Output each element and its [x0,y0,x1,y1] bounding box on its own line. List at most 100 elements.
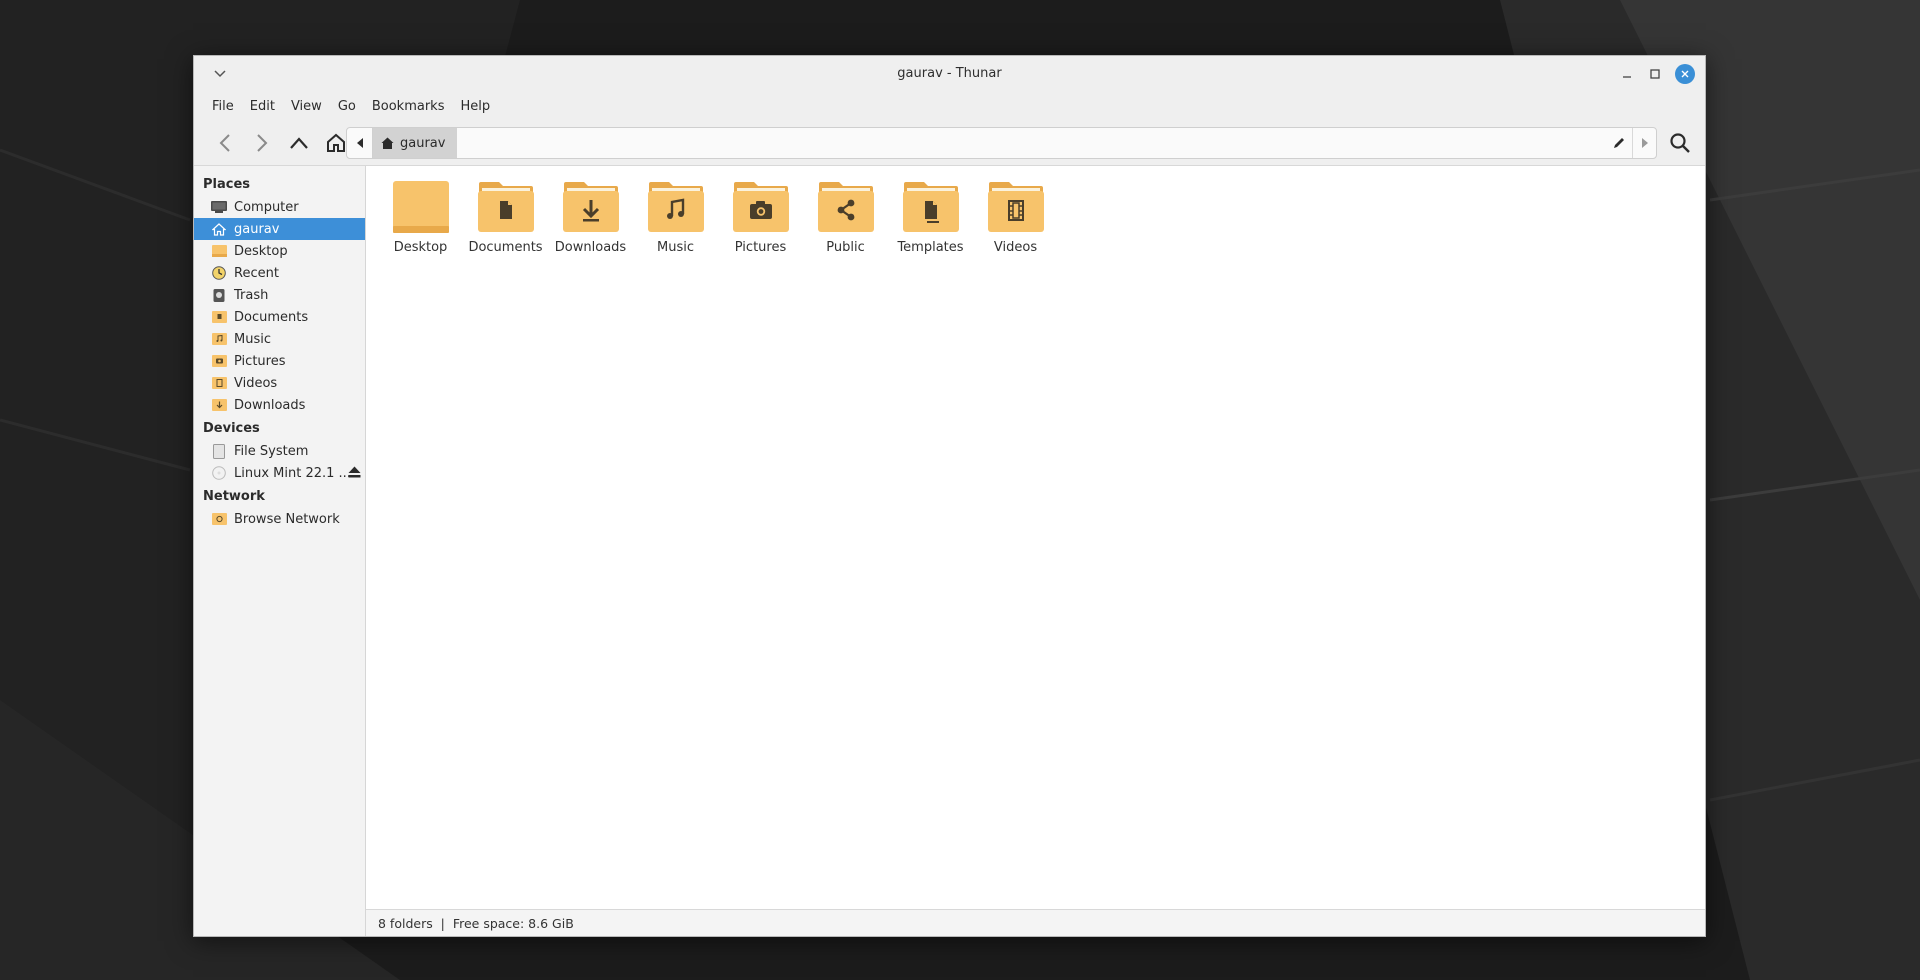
trash-icon [211,288,227,302]
sidebar-item-desktop[interactable]: Desktop [194,240,365,262]
folder-label: Documents [468,240,543,255]
pictures-folder-icon [211,354,227,368]
videos-folder-icon [211,376,227,390]
documents-folder-icon [476,178,536,236]
content-area: Places Computer gaurav Desktop Recent Tr… [194,166,1705,936]
sidebar-item-label: Documents [234,309,309,325]
folder-label: Templates [897,240,964,255]
network-folder-icon [211,512,227,526]
videos-folder-icon [986,178,1046,236]
folder-label: Videos [993,240,1038,255]
maximize-icon[interactable] [1645,64,1665,84]
sidebar-heading-network: Network [203,489,265,504]
sidebar-item-label: Desktop [234,243,288,259]
sidebar-item-label: Downloads [234,397,306,413]
breadcrumb-home[interactable]: gaurav [373,128,458,158]
menu-view[interactable]: View [283,99,330,114]
menu-file[interactable]: File [204,99,242,114]
title-bar[interactable]: gaurav - Thunar [194,56,1705,92]
downloads-folder-icon [211,398,227,412]
public-folder-icon [816,178,876,236]
back-arrow-icon [219,133,230,152]
toolbar: gaurav [194,120,1705,166]
forward-arrow-icon [257,133,268,152]
folder-item-pictures[interactable]: Pictures [718,178,803,255]
sidebar-item-label: File System [234,443,309,459]
desktop-folder-icon [211,244,227,258]
search-button[interactable] [1667,130,1693,156]
folder-label: Public [826,240,865,255]
close-icon[interactable] [1675,64,1695,84]
folder-label: Desktop [393,240,448,255]
sidebar-item-label: Computer [234,199,299,215]
sidebar-item-documents[interactable]: Documents [194,306,365,328]
sidebar-item-browse-network[interactable]: Browse Network [194,508,365,530]
status-bar: 8 folders | Free space: 8.6 GiB [366,909,1705,936]
menu-go[interactable]: Go [330,99,364,114]
sidebar-item-label: Pictures [234,353,286,369]
desktop-folder-icon [391,178,451,236]
music-folder-icon [646,178,706,236]
drive-icon [211,443,227,459]
sidebar-item-linux-mint-disc[interactable]: Linux Mint 22.1 ... [194,462,365,484]
forward-button[interactable] [245,126,279,160]
sidebar-item-computer[interactable]: Computer [194,196,365,218]
folder-item-downloads[interactable]: Downloads [548,178,633,255]
folder-item-templates[interactable]: Templates [888,178,973,255]
sidebar-item-label: gaurav [234,221,280,237]
edit-location-button[interactable] [1610,134,1628,152]
folder-label: Downloads [554,240,627,255]
sidebar-item-file-system[interactable]: File System [194,440,365,462]
sidebar-item-music[interactable]: Music [194,328,365,350]
parent-folder-button[interactable] [282,126,316,160]
sidebar: Places Computer gaurav Desktop Recent Tr… [194,166,366,936]
sidebar-item-label: Recent [234,265,279,281]
menu-help[interactable]: Help [452,99,498,114]
eject-icon[interactable] [348,466,361,482]
folder-item-music[interactable]: Music [633,178,718,255]
folder-label: Pictures [734,240,787,255]
search-icon [1670,133,1690,153]
caret-right-icon [1641,138,1648,148]
home-icon [381,137,394,149]
home-icon [211,222,227,236]
folder-item-public[interactable]: Public [803,178,888,255]
downloads-folder-icon [561,178,621,236]
sidebar-item-recent[interactable]: Recent [194,262,365,284]
sidebar-item-trash[interactable]: Trash [194,284,365,306]
folder-label: Music [657,240,694,255]
optical-disc-icon [211,466,227,480]
sidebar-item-label: Browse Network [234,511,340,527]
computer-icon [211,200,227,214]
path-scroll-left-button[interactable] [347,128,373,158]
sidebar-heading-places: Places [203,177,251,192]
folder-item-desktop[interactable]: Desktop [378,178,463,255]
sidebar-item-gaurav[interactable]: gaurav [194,218,365,240]
sidebar-item-pictures[interactable]: Pictures [194,350,365,372]
templates-folder-icon [901,178,961,236]
status-text: 8 folders | Free space: 8.6 GiB [378,915,574,931]
back-button[interactable] [208,126,242,160]
path-scroll-right-button[interactable] [1632,128,1656,158]
icon-grid: Desktop Documents Downloads Music Pictur… [366,166,1705,909]
caret-left-icon [356,138,363,148]
sidebar-item-downloads[interactable]: Downloads [194,394,365,416]
folder-item-documents[interactable]: Documents [463,178,548,255]
minimize-icon[interactable] [1617,64,1637,84]
menu-edit[interactable]: Edit [242,99,283,114]
documents-folder-icon [211,310,227,324]
sidebar-item-videos[interactable]: Videos [194,372,365,394]
menu-bar: File Edit View Go Bookmarks Help [194,92,1705,120]
folder-item-videos[interactable]: Videos [973,178,1058,255]
music-folder-icon [211,332,227,346]
sidebar-heading-devices: Devices [203,421,260,436]
pictures-folder-icon [731,178,791,236]
pencil-icon [1614,138,1624,148]
sidebar-item-label: Videos [234,375,278,391]
sidebar-item-label: Music [234,331,271,347]
window-title: gaurav - Thunar [897,66,1002,81]
location-bar[interactable]: gaurav [346,127,1657,159]
file-view: Desktop Documents Downloads Music Pictur… [366,166,1705,936]
menu-bookmarks[interactable]: Bookmarks [364,99,453,114]
sidebar-item-label: Trash [234,287,269,303]
